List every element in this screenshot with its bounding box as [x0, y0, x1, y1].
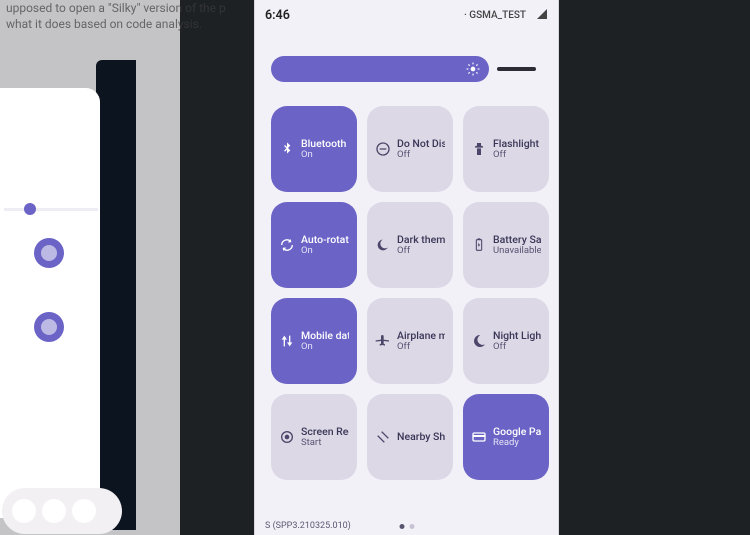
tile-status: Off — [397, 149, 445, 160]
google-pay-icon — [471, 429, 487, 445]
tile-label: Battery Save — [493, 234, 541, 246]
tile-label: Dark theme — [397, 234, 445, 246]
dnd-icon — [375, 141, 391, 157]
tile-label: Screen Reco — [301, 426, 349, 438]
tile-auto-rotate[interactable]: Auto-rotate On — [271, 202, 357, 288]
tile-google-pay[interactable]: Google Pay Ready — [463, 394, 549, 480]
tile-label: Google Pay — [493, 426, 541, 438]
tile-night-light[interactable]: Night Light Off — [463, 298, 549, 384]
airplane-icon — [375, 333, 391, 349]
status-carrier: · GSMA_TEST — [464, 10, 526, 21]
bg-circle-b — [34, 312, 64, 342]
page-dot-1 — [399, 524, 404, 529]
tile-screen-record[interactable]: Screen Reco Start — [271, 394, 357, 480]
signal-icon — [536, 8, 548, 23]
tile-airplane-mode[interactable]: Airplane mo Off — [367, 298, 453, 384]
tile-label: Night Light — [493, 330, 541, 342]
nearby-share-icon — [375, 429, 391, 445]
background-side-panel — [0, 88, 100, 518]
tile-status: Off — [493, 149, 539, 160]
bg-pill-row — [2, 488, 122, 534]
dark-theme-icon — [375, 237, 391, 253]
tile-do-not-disturb[interactable]: Do Not Distu Off — [367, 106, 453, 192]
tile-status: Off — [397, 341, 445, 352]
tile-label: Mobile data — [301, 330, 349, 342]
tile-mobile-data[interactable]: Mobile data On — [271, 298, 357, 384]
night-light-icon — [471, 333, 487, 349]
tile-status: On — [301, 341, 349, 352]
bg-slider-track — [4, 208, 98, 211]
tile-status: Off — [397, 245, 445, 256]
bg-circle-a — [34, 238, 64, 268]
tile-label: Nearby Shar — [397, 431, 445, 443]
tile-battery-saver[interactable]: Battery Save Unavailable — [463, 202, 549, 288]
quick-settings-panel: 6:46 · GSMA_TEST — [255, 0, 558, 535]
flashlight-icon — [471, 141, 487, 157]
tile-nearby-share[interactable]: Nearby Shar — [367, 394, 453, 480]
tiles-grid: Bluetooth On Do Not Distu Off Flashlight… — [255, 92, 558, 480]
status-bar: 6:46 · GSMA_TEST — [255, 0, 558, 26]
brightness-remaining-track — [497, 67, 536, 71]
bluetooth-icon — [279, 141, 295, 157]
build-label: S (SPP3.210325.010) — [265, 521, 351, 531]
tile-flashlight[interactable]: Flashlight Off — [463, 106, 549, 192]
tile-label: Airplane mo — [397, 330, 445, 342]
tile-label: Auto-rotate — [301, 234, 349, 246]
tile-status: Ready — [493, 437, 541, 448]
mobile-data-icon — [279, 333, 295, 349]
tile-status: On — [301, 149, 346, 160]
tile-dark-theme[interactable]: Dark theme Off — [367, 202, 453, 288]
page-dot-2 — [409, 524, 414, 529]
tile-bluetooth[interactable]: Bluetooth On — [271, 106, 357, 192]
status-time: 6:46 — [265, 8, 290, 23]
tile-status: On — [301, 245, 349, 256]
tile-label: Bluetooth — [301, 138, 346, 150]
tile-status: Off — [493, 341, 541, 352]
bg-slider-knob — [24, 203, 36, 215]
tile-status: Start — [301, 437, 349, 448]
brightness-icon — [463, 59, 483, 79]
battery-saver-icon — [471, 237, 487, 253]
background-article-text: upposed to open a "Silky" version of the… — [6, 0, 226, 32]
rotate-icon — [279, 237, 295, 253]
screen-record-icon — [279, 429, 295, 445]
page-indicator[interactable] — [399, 524, 414, 529]
background-device-edge — [96, 60, 136, 530]
tile-label: Do Not Distu — [397, 138, 445, 150]
brightness-slider[interactable] — [271, 56, 489, 82]
tile-status: Unavailable — [493, 245, 541, 256]
footer-row: S (SPP3.210325.010) — [255, 517, 558, 535]
brightness-row — [271, 56, 542, 82]
tile-label: Flashlight — [493, 138, 539, 150]
